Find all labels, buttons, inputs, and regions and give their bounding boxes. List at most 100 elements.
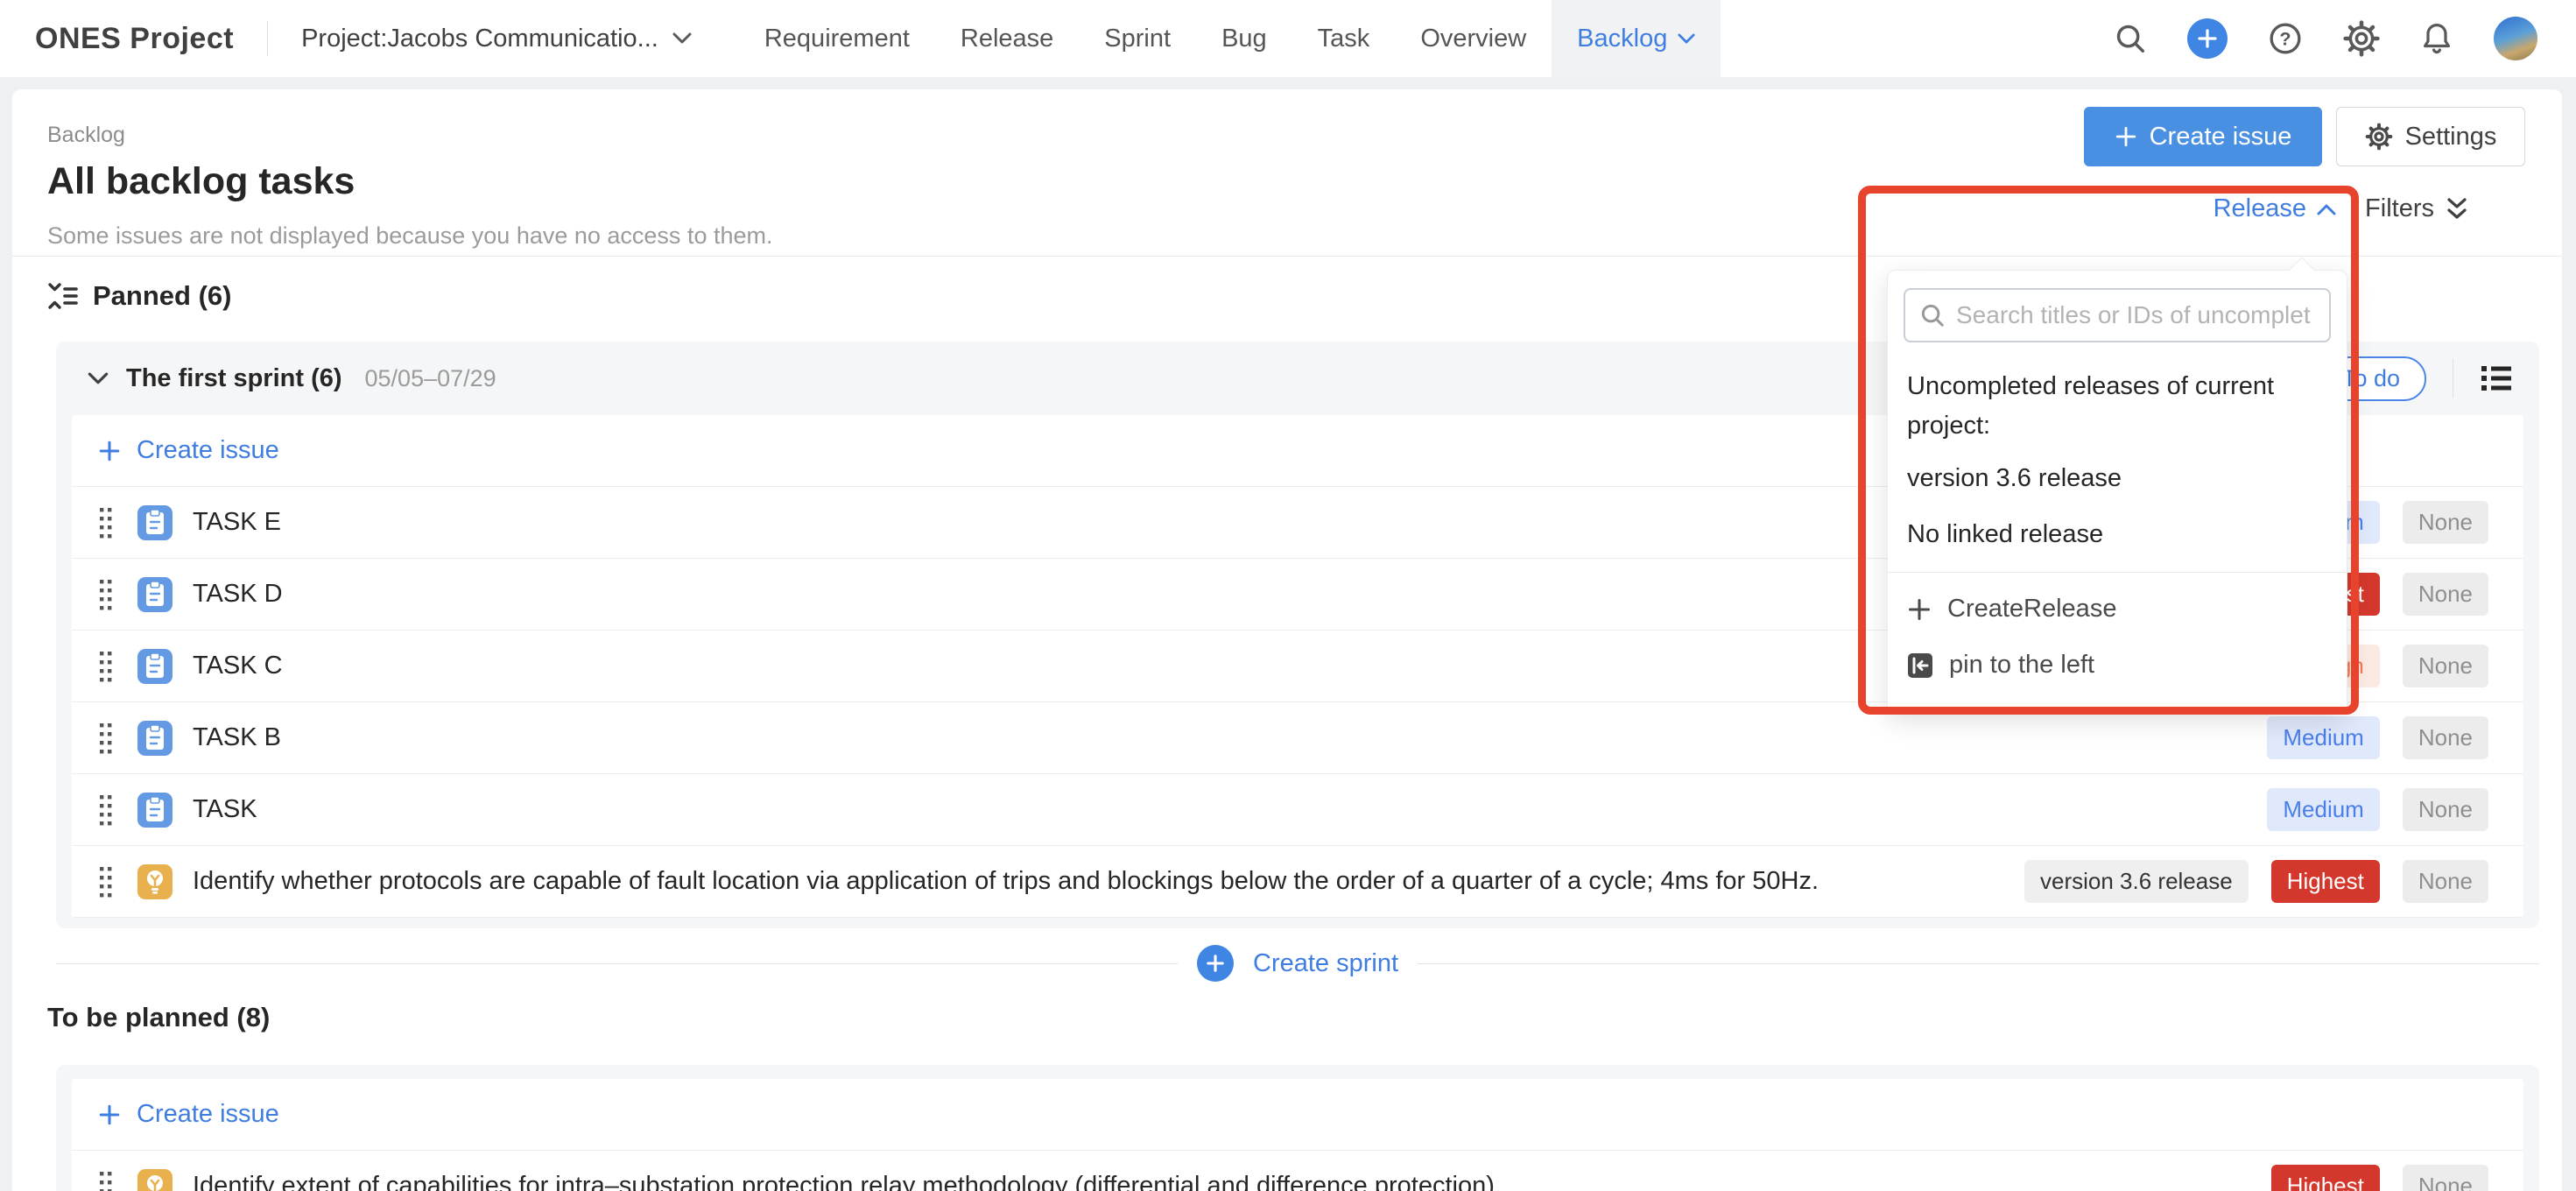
backlog-rows: Create issue Identify extent of capabili… (72, 1079, 2523, 1191)
pin-to-left-button[interactable]: pin to the left (1888, 638, 2347, 694)
release-search-box[interactable] (1904, 288, 2331, 342)
priority-badge: Medium (2267, 716, 2380, 759)
create-new-icon[interactable] (2187, 18, 2228, 59)
drag-handle-icon[interactable] (98, 576, 114, 613)
user-avatar[interactable] (2494, 17, 2537, 60)
project-selector[interactable]: Project:Jacobs Communicatio... (301, 0, 692, 77)
assignee-badge: None (2402, 788, 2488, 831)
top-icons: ? (2114, 0, 2576, 77)
release-tag: version 3.6 release (2024, 860, 2249, 903)
plus-icon (98, 1103, 121, 1126)
task-type-icon (137, 504, 173, 541)
release-option[interactable]: No linked release (1888, 507, 2347, 563)
double-chevron-down-icon (2446, 197, 2467, 222)
nav-item-task[interactable]: Task (1292, 0, 1396, 77)
search-icon[interactable] (2114, 22, 2147, 55)
project-selector-label: Project:Jacobs Communicatio... (301, 24, 658, 53)
task-type-icon (137, 792, 173, 828)
popover-section-heading: Uncompleted releases of current project: (1907, 372, 2275, 440)
nav-item-sprint[interactable]: Sprint (1079, 0, 1196, 77)
release-options: version 3.6 release No linked release (1888, 451, 2347, 563)
create-issue-label: Create issue (2149, 122, 2292, 151)
chevron-down-icon (672, 32, 692, 45)
top-navigation: ONES Project Project:Jacobs Communicatio… (0, 0, 2576, 77)
bell-icon[interactable] (2420, 21, 2453, 56)
release-option[interactable]: version 3.6 release (1888, 451, 2347, 507)
nav-items: Requirement Release Sprint Bug Task Overview (739, 0, 1552, 77)
assignee-badge: None (2402, 573, 2488, 616)
assignee-badge: None (2402, 716, 2488, 759)
priority-badge: Highest (2270, 1165, 2380, 1191)
collapse-all-icon[interactable] (47, 281, 79, 311)
table-row[interactable]: Identify whether protocols are capable o… (72, 846, 2523, 918)
table-row[interactable]: Identify extent of capabilities for intr… (72, 1151, 2523, 1191)
create-release-label: CreateRelease (1947, 595, 2117, 624)
filters-label: Filters (2365, 194, 2434, 222)
release-filter-popover: Uncompleted releases of current project:… (1887, 257, 2347, 715)
pin-left-icon (1907, 652, 1933, 679)
page-title: All backlog tasks (47, 160, 355, 202)
assignee-badge: None (2402, 1165, 2488, 1191)
demand-type-icon (137, 863, 173, 900)
demand-type-icon (137, 1168, 173, 1191)
release-filter-label: Release (2213, 194, 2306, 222)
create-release-button[interactable]: CreateRelease (1888, 581, 2347, 638)
popover-divider (1888, 571, 2347, 573)
plus-icon (1907, 597, 1932, 622)
drag-handle-icon[interactable] (98, 863, 114, 900)
create-sprint-button[interactable]: Create sprint (1253, 949, 1398, 978)
planned-section-title: Panned (6) (47, 280, 231, 312)
issue-title[interactable]: TASK (193, 795, 2249, 824)
gear-icon (2365, 123, 2393, 151)
to-be-planned-section-title: To be planned (8) (47, 1002, 270, 1033)
page-subtitle: Some issues are not displayed because yo… (47, 222, 773, 249)
task-type-icon (137, 720, 173, 757)
section-title-text: Panned (6) (93, 280, 232, 311)
create-issue-label: Create issue (137, 436, 279, 464)
divider-line (56, 962, 1178, 964)
assignee-badge: None (2402, 860, 2488, 903)
list-view-icon[interactable] (2480, 363, 2513, 393)
drag-handle-icon[interactable] (98, 720, 114, 757)
nav-item-overview[interactable]: Overview (1395, 0, 1552, 77)
nav-item-requirement[interactable]: Requirement (739, 0, 935, 77)
issue-title[interactable]: Identify whether protocols are capable o… (193, 867, 2007, 896)
drag-handle-icon[interactable] (98, 504, 114, 541)
drag-handle-icon[interactable] (98, 1168, 114, 1191)
issue-title[interactable]: Identify extent of capabilities for intr… (193, 1172, 2254, 1191)
sprint-date-range: 05/05–07/29 (364, 364, 496, 391)
create-issue-button[interactable]: Create issue (2084, 107, 2322, 166)
create-sprint-row: Create sprint (56, 937, 2540, 990)
to-be-planned-container: Create issue Identify extent of capabili… (56, 1065, 2539, 1191)
task-type-icon (137, 648, 173, 685)
nav-item-release[interactable]: Release (935, 0, 1079, 77)
release-search-input[interactable] (1956, 301, 2315, 329)
plus-circle-icon[interactable] (1197, 945, 1234, 982)
nav-item-backlog[interactable]: Backlog (1552, 0, 1721, 77)
drag-handle-icon[interactable] (98, 792, 114, 828)
settings-label: Settings (2404, 122, 2497, 151)
assignee-badge: None (2402, 645, 2488, 687)
table-row[interactable]: TASK Medium None (72, 774, 2523, 846)
pin-to-left-label: pin to the left (1949, 651, 2095, 680)
priority-badge: Medium (2267, 788, 2380, 831)
search-icon (1919, 302, 1946, 328)
priority-badge: Highest (2270, 860, 2380, 903)
chevron-down-icon (1678, 33, 1695, 45)
create-issue-row[interactable]: Create issue (72, 1079, 2523, 1151)
plus-icon (2115, 125, 2137, 148)
chevron-down-icon[interactable] (88, 372, 109, 385)
nav-item-bug[interactable]: Bug (1196, 0, 1292, 77)
settings-button[interactable]: Settings (2336, 107, 2525, 166)
svg-text:?: ? (2279, 28, 2291, 50)
divider-line (1418, 962, 2540, 964)
filters-toggle[interactable]: Filters (2365, 194, 2467, 223)
chevron-up-icon (2317, 203, 2336, 215)
nav-item-label: Backlog (1577, 24, 1668, 53)
drag-handle-icon[interactable] (98, 648, 114, 685)
help-icon[interactable]: ? (2268, 21, 2303, 56)
release-filter-toggle[interactable]: Release (2214, 194, 2336, 223)
gear-icon[interactable] (2343, 20, 2380, 57)
app-logo: ONES Project (35, 21, 235, 55)
issue-title[interactable]: TASK B (193, 723, 2249, 752)
